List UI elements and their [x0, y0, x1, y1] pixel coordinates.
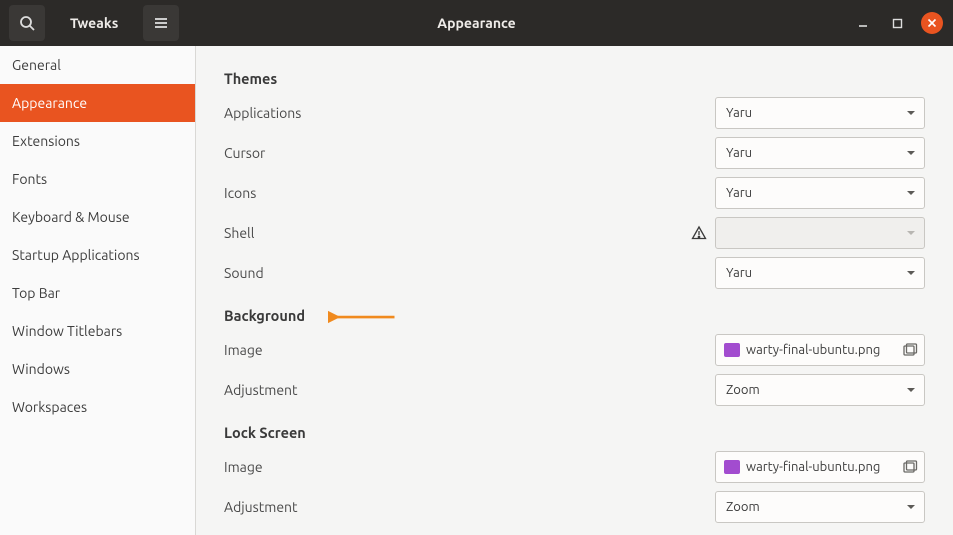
close-icon: [927, 18, 937, 28]
row-ls-image: Image warty-final-ubuntu.png: [224, 447, 925, 487]
sidebar-item-startup-applications[interactable]: Startup Applications: [0, 236, 195, 274]
sidebar-item-workspaces[interactable]: Workspaces: [0, 388, 195, 426]
close-button[interactable]: [921, 12, 943, 34]
combo-applications[interactable]: Yaru: [715, 97, 925, 129]
row-bg-adjustment: Adjustment Zoom: [224, 370, 925, 410]
sidebar-item-general[interactable]: General: [0, 46, 195, 84]
row-sound: Sound Yaru: [224, 253, 925, 293]
sidebar: General Appearance Extensions Fonts Keyb…: [0, 46, 196, 535]
section-title-background: Background: [224, 307, 305, 324]
chevron-down-icon: [906, 228, 916, 238]
section-title-background-text: Background: [224, 307, 305, 324]
sidebar-item-extensions[interactable]: Extensions: [0, 122, 195, 160]
search-icon: [19, 15, 35, 31]
warning-icon: [691, 225, 707, 241]
chevron-down-icon: [906, 502, 916, 512]
row-shell: Shell: [224, 213, 925, 253]
row-bg-image: Image warty-final-ubuntu.png: [224, 330, 925, 370]
label-sound: Sound: [224, 265, 484, 281]
hamburger-button[interactable]: [143, 5, 179, 41]
combo-cursor[interactable]: Yaru: [715, 137, 925, 169]
window-controls: [853, 12, 953, 34]
combo-shell: [715, 217, 925, 249]
file-bg-image[interactable]: warty-final-ubuntu.png: [715, 334, 925, 366]
sidebar-item-windows[interactable]: Windows: [0, 350, 195, 388]
sidebar-item-window-titlebars[interactable]: Window Titlebars: [0, 312, 195, 350]
combo-icons[interactable]: Yaru: [715, 177, 925, 209]
hamburger-icon: [153, 15, 169, 31]
label-icons: Icons: [224, 185, 484, 201]
combo-ls-adjustment-value: Zoom: [726, 500, 760, 514]
sidebar-item-appearance[interactable]: Appearance: [0, 84, 195, 122]
sidebar-item-fonts[interactable]: Fonts: [0, 160, 195, 198]
label-ls-image: Image: [224, 459, 484, 475]
file-open-icon: [902, 459, 918, 475]
page-title: Appearance: [437, 15, 515, 31]
combo-bg-adjustment-value: Zoom: [726, 383, 760, 397]
image-thumbnail-icon: [724, 343, 740, 357]
chevron-down-icon: [906, 108, 916, 118]
chevron-down-icon: [906, 268, 916, 278]
row-applications: Applications Yaru: [224, 93, 925, 133]
label-cursor: Cursor: [224, 145, 484, 161]
combo-cursor-value: Yaru: [726, 146, 752, 160]
content: Themes Applications Yaru Cursor Yaru I: [196, 46, 953, 535]
search-button[interactable]: [9, 5, 45, 41]
combo-bg-adjustment[interactable]: Zoom: [715, 374, 925, 406]
label-bg-adjustment: Adjustment: [224, 382, 484, 398]
minimize-button[interactable]: [853, 13, 873, 33]
section-title-lockscreen: Lock Screen: [224, 424, 925, 441]
row-icons: Icons Yaru: [224, 173, 925, 213]
file-ls-image[interactable]: warty-final-ubuntu.png: [715, 451, 925, 483]
maximize-button[interactable]: [887, 13, 907, 33]
combo-sound[interactable]: Yaru: [715, 257, 925, 289]
combo-ls-adjustment[interactable]: Zoom: [715, 491, 925, 523]
row-ls-adjustment: Adjustment Zoom: [224, 487, 925, 527]
label-bg-image: Image: [224, 342, 484, 358]
file-bg-image-value: warty-final-ubuntu.png: [746, 343, 896, 357]
section-title-themes: Themes: [224, 70, 925, 87]
minimize-icon: [857, 17, 869, 29]
chevron-down-icon: [906, 148, 916, 158]
sidebar-item-keyboard-mouse[interactable]: Keyboard & Mouse: [0, 198, 195, 236]
label-shell: Shell: [224, 225, 484, 241]
row-cursor: Cursor Yaru: [224, 133, 925, 173]
titlebar-left: Tweaks: [0, 5, 182, 41]
maximize-icon: [892, 18, 903, 29]
app-title: Tweaks: [48, 15, 140, 31]
chevron-down-icon: [906, 188, 916, 198]
annotation-arrow-icon: [328, 309, 398, 325]
chevron-down-icon: [906, 385, 916, 395]
titlebar: Tweaks Appearance: [0, 0, 953, 46]
file-open-icon: [902, 342, 918, 358]
label-applications: Applications: [224, 105, 484, 121]
combo-icons-value: Yaru: [726, 186, 752, 200]
sidebar-item-top-bar[interactable]: Top Bar: [0, 274, 195, 312]
image-thumbnail-icon: [724, 460, 740, 474]
file-ls-image-value: warty-final-ubuntu.png: [746, 460, 896, 474]
combo-applications-value: Yaru: [726, 106, 752, 120]
label-ls-adjustment: Adjustment: [224, 499, 484, 515]
combo-sound-value: Yaru: [726, 266, 752, 280]
